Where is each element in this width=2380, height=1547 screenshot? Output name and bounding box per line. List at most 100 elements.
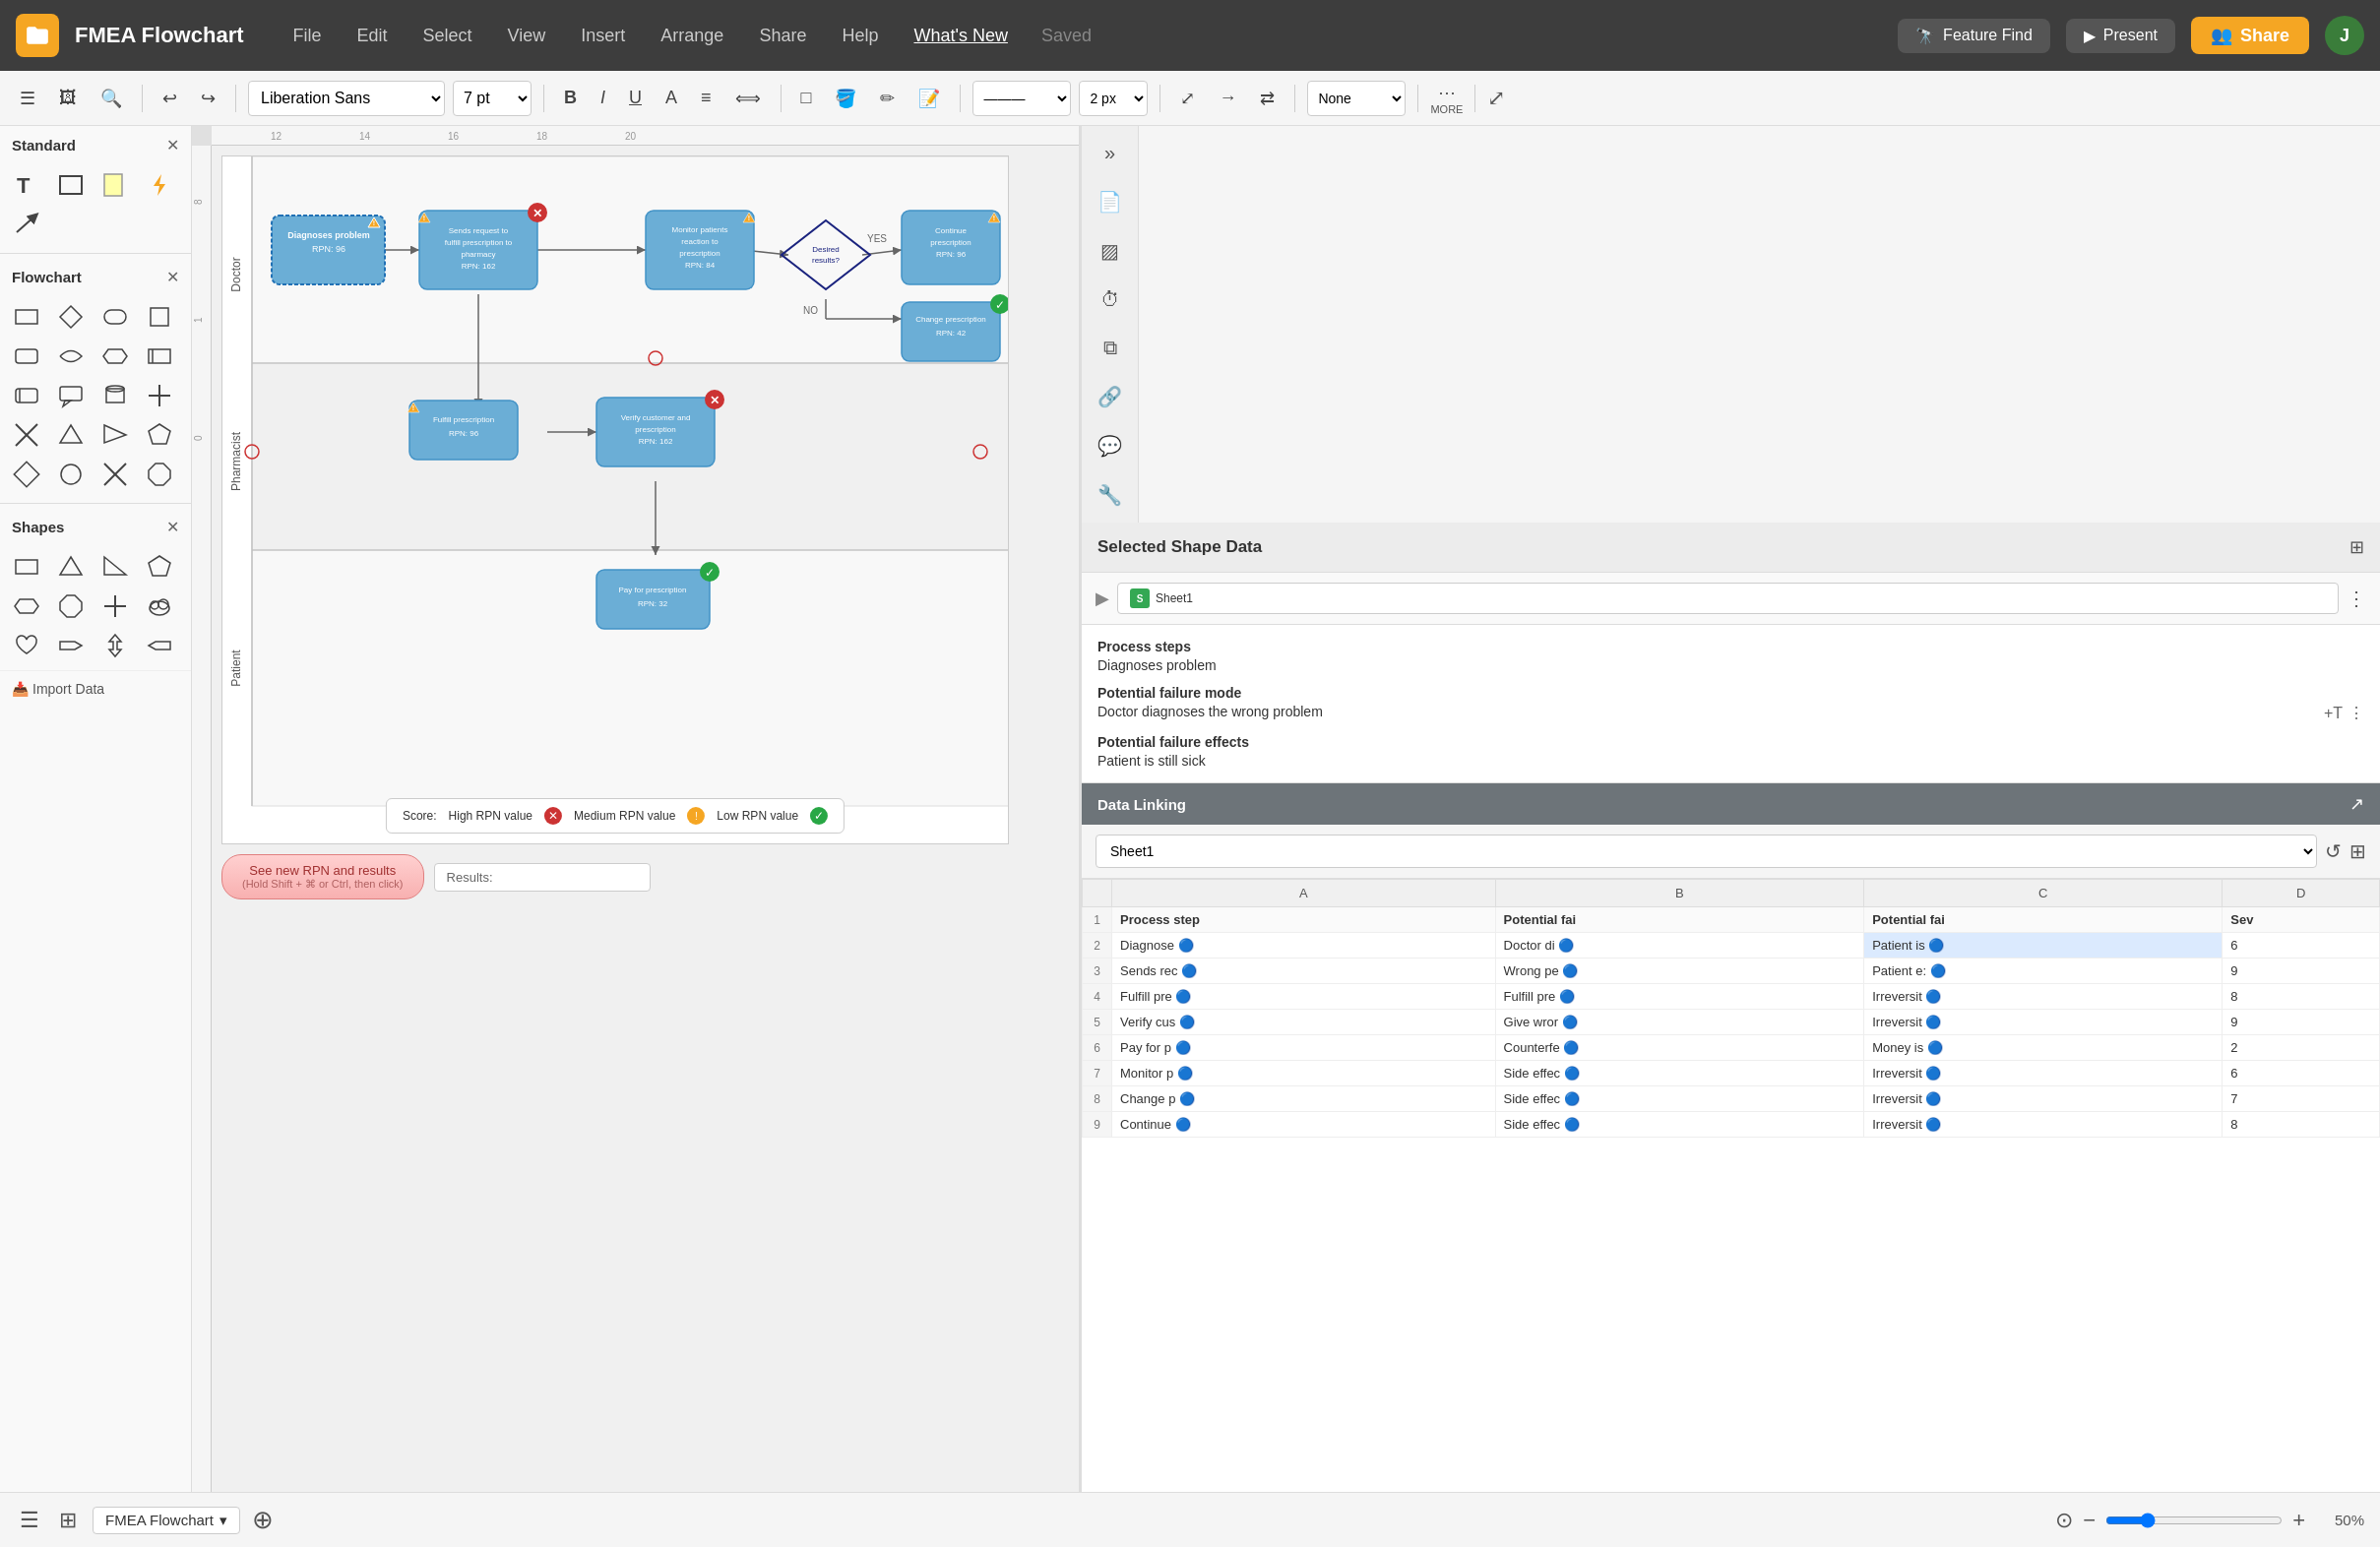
- font-family-select[interactable]: Liberation Sans: [248, 81, 445, 116]
- feature-find-button[interactable]: 🔭 Feature Find: [1898, 19, 2050, 53]
- table-cell-d[interactable]: 9: [2223, 1010, 2380, 1035]
- table-cell-b[interactable]: Fulfill pre 🔵: [1495, 984, 1864, 1010]
- table-cell-c[interactable]: Irreversit 🔵: [1864, 1010, 2223, 1035]
- lightning-shape[interactable]: [143, 168, 176, 202]
- menu-arrange[interactable]: Arrange: [651, 22, 733, 50]
- user-avatar[interactable]: J: [2325, 16, 2364, 55]
- present-button[interactable]: ▶ Present: [2066, 19, 2175, 53]
- grid-view-button[interactable]: ⊞: [55, 1504, 81, 1537]
- s-oct[interactable]: [54, 589, 88, 623]
- menu-insert[interactable]: Insert: [571, 22, 635, 50]
- table-cell-c[interactable]: Patient is 🔵: [1864, 933, 2223, 959]
- zoom-in-button[interactable]: +: [2292, 1508, 2305, 1533]
- table-cell-b[interactable]: Side effec 🔵: [1495, 1112, 1864, 1138]
- s-arrow-r[interactable]: [54, 629, 88, 662]
- compass-button[interactable]: ⊙: [2055, 1508, 2073, 1533]
- zoom-slider[interactable]: [2105, 1513, 2283, 1528]
- table-cell-a[interactable]: Monitor p 🔵: [1112, 1061, 1496, 1086]
- diagram-container[interactable]: Doctor Pharmacist Patient YES: [221, 155, 1009, 844]
- list-view-button[interactable]: ☰: [16, 1504, 43, 1537]
- arrow-right-button[interactable]: →: [1211, 84, 1244, 112]
- s-plus[interactable]: [98, 589, 132, 623]
- timer-panel-icon[interactable]: ⏱: [1095, 282, 1126, 317]
- fc-rect2[interactable]: [143, 340, 176, 373]
- add-page-button[interactable]: ⊕: [252, 1505, 274, 1535]
- upload-button[interactable]: ⊞: [2349, 839, 2366, 863]
- s-hex[interactable]: [10, 589, 43, 623]
- italic-button[interactable]: I: [593, 84, 613, 112]
- share-button[interactable]: 👥 Share: [2191, 17, 2309, 54]
- fc-rtriangle[interactable]: [98, 418, 132, 452]
- undo-button[interactable]: ↩: [155, 84, 185, 113]
- s-heart[interactable]: [10, 629, 43, 662]
- table-cell-b[interactable]: Side effec 🔵: [1495, 1061, 1864, 1086]
- font-color-button[interactable]: A: [658, 84, 685, 112]
- waypoint-button[interactable]: ⤢: [1172, 84, 1203, 113]
- table-cell-d[interactable]: 8: [2223, 1112, 2380, 1138]
- s-rtriangle[interactable]: [98, 550, 132, 584]
- table-cell-b[interactable]: Wrong pe 🔵: [1495, 959, 1864, 984]
- table-cell-d[interactable]: 6: [2223, 1061, 2380, 1086]
- table-cell-b[interactable]: Side effec 🔵: [1495, 1086, 1864, 1112]
- format-panel-icon[interactable]: ▨: [1095, 233, 1125, 269]
- table-cell-c[interactable]: Irreversit 🔵: [1864, 1086, 2223, 1112]
- menu-select[interactable]: Select: [413, 22, 482, 50]
- canvas-content[interactable]: Doctor Pharmacist Patient YES: [212, 146, 1081, 1492]
- table-cell-c[interactable]: Irreversit 🔵: [1864, 1112, 2223, 1138]
- fc-cross2[interactable]: [98, 458, 132, 491]
- menu-help[interactable]: Help: [832, 22, 888, 50]
- fc-cross[interactable]: [10, 418, 43, 452]
- fc-triangle[interactable]: [54, 418, 88, 452]
- shapes-panel-button[interactable]: ☰: [12, 84, 43, 113]
- connection-select[interactable]: None: [1307, 81, 1406, 116]
- comment-panel-icon[interactable]: 💬: [1092, 428, 1128, 464]
- zoom-out-button[interactable]: −: [2083, 1508, 2096, 1533]
- diagram-name-tab[interactable]: FMEA Flowchart ▾: [93, 1507, 240, 1534]
- table-cell-a[interactable]: Verify cus 🔵: [1112, 1010, 1496, 1035]
- fill-color-button[interactable]: 🪣: [827, 84, 864, 113]
- flowchart-close-button[interactable]: ✕: [166, 268, 179, 286]
- s-cloud[interactable]: [143, 589, 176, 623]
- pen-button[interactable]: ✏: [872, 84, 903, 113]
- sheet-menu-button[interactable]: ⋮: [2347, 587, 2366, 610]
- fc-square[interactable]: [143, 300, 176, 334]
- bold-button[interactable]: B: [556, 84, 585, 112]
- table-cell-b[interactable]: Doctor di 🔵: [1495, 933, 1864, 959]
- app-icon[interactable]: [16, 14, 59, 57]
- table-cell-a[interactable]: Process step: [1112, 907, 1496, 933]
- line-style-select[interactable]: ———: [972, 81, 1071, 116]
- fc-rounded2[interactable]: [10, 379, 43, 412]
- fc-plus[interactable]: [143, 379, 176, 412]
- note-shape[interactable]: [98, 168, 132, 202]
- spreadsheet-container[interactable]: A B C D 1 Process step Potential fai Pot…: [1082, 879, 2380, 1492]
- text-shape[interactable]: T: [10, 168, 43, 202]
- s-rect[interactable]: [10, 550, 43, 584]
- data-panel-icon[interactable]: 📄: [1092, 184, 1128, 219]
- table-cell-d[interactable]: Sev: [2223, 907, 2380, 933]
- fc-step[interactable]: [54, 340, 88, 373]
- fc-stadium[interactable]: [98, 300, 132, 334]
- table-cell-a[interactable]: Pay for p 🔵: [1112, 1035, 1496, 1061]
- fc-pent[interactable]: [143, 418, 176, 452]
- fullscreen-button[interactable]: ⤢: [1487, 86, 1505, 111]
- table-cell-d[interactable]: 9: [2223, 959, 2380, 984]
- fc-diamond[interactable]: [54, 300, 88, 334]
- s-pent[interactable]: [143, 550, 176, 584]
- tools-panel-icon[interactable]: 🔧: [1092, 477, 1128, 513]
- table-cell-d[interactable]: 7: [2223, 1086, 2380, 1112]
- menu-share[interactable]: Share: [749, 22, 816, 50]
- import-data-button[interactable]: 📥 Import Data: [0, 670, 191, 707]
- redo-button[interactable]: ↪: [193, 84, 223, 113]
- s-arrow-l[interactable]: [143, 629, 176, 662]
- font-size-select[interactable]: 7 pt: [453, 81, 532, 116]
- arrow-shape[interactable]: [10, 208, 43, 241]
- s-arrow-ud[interactable]: [98, 629, 132, 662]
- fc-cylinder[interactable]: [98, 379, 132, 412]
- table-cell-b[interactable]: Potential fai: [1495, 907, 1864, 933]
- s-triangle[interactable]: [54, 550, 88, 584]
- linking-sheet-select[interactable]: Sheet1: [1096, 835, 2317, 868]
- fc-rounded[interactable]: [10, 340, 43, 373]
- shape-data-grid-button[interactable]: ⊞: [2349, 536, 2364, 558]
- align-button[interactable]: ≡: [693, 84, 720, 112]
- rect-shape[interactable]: [54, 168, 88, 202]
